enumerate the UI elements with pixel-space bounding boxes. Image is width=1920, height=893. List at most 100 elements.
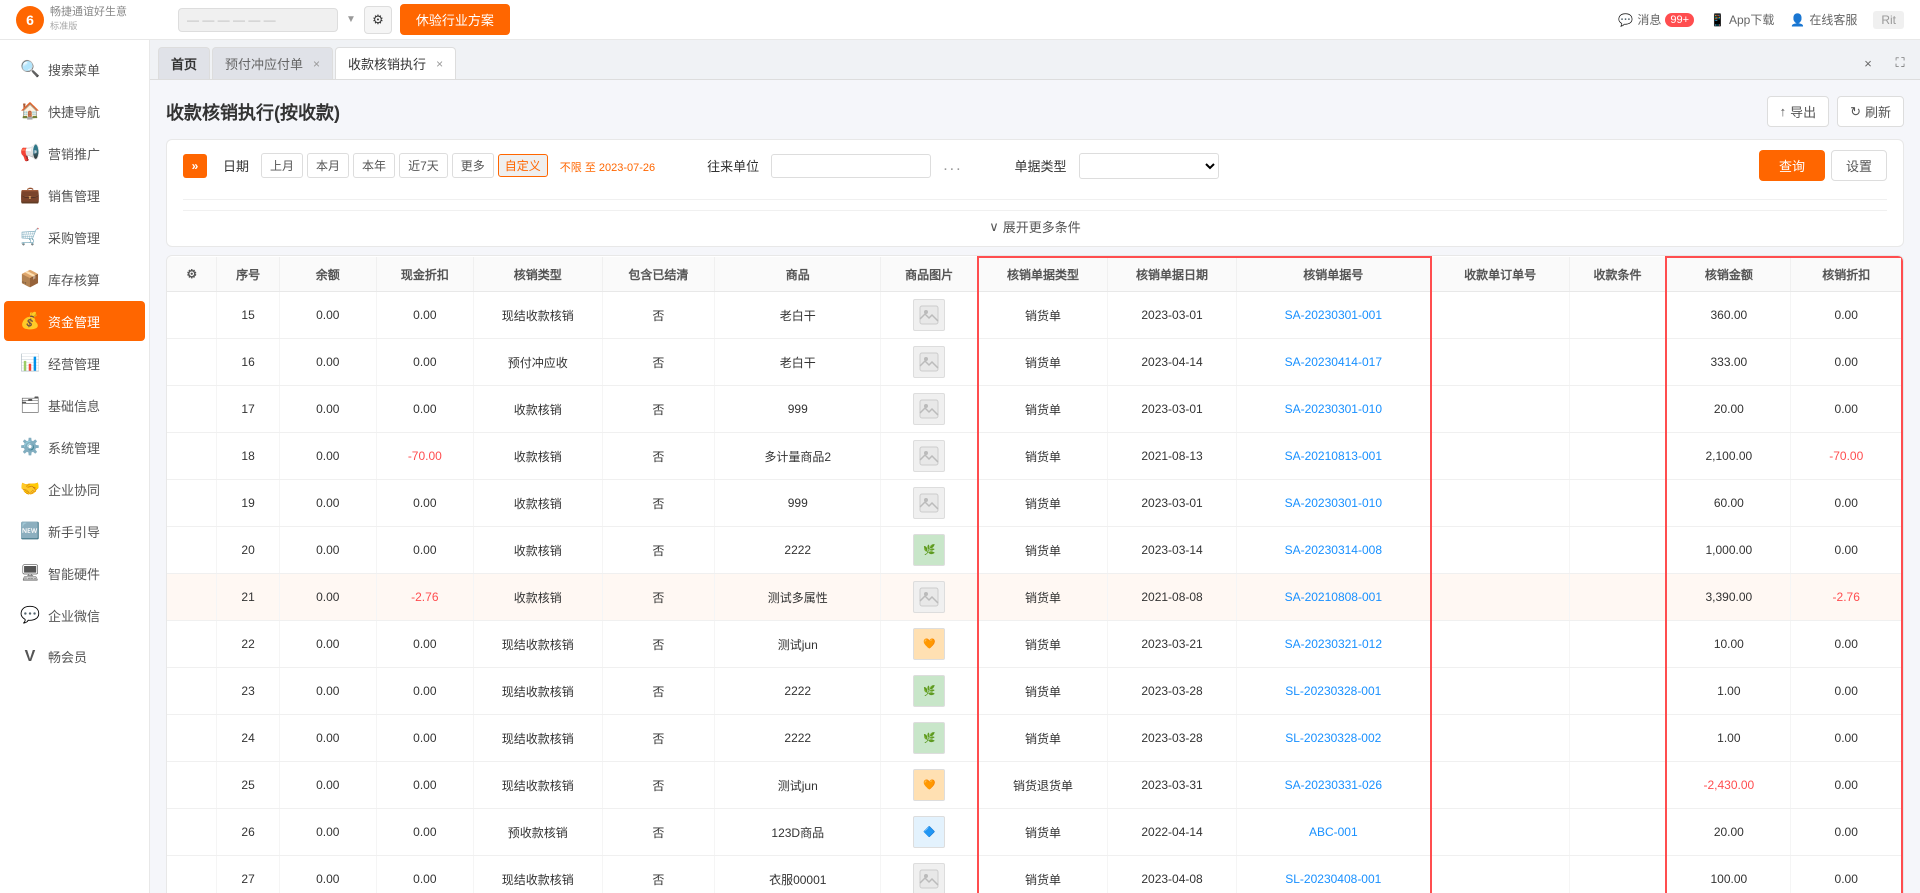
data-table-container: ⚙ 序号 余额 现金折扣 核销类型 包含已结清 商品 商品图片 核销单据类型 核… (166, 255, 1904, 893)
filter-expand-button[interactable]: » (183, 154, 207, 178)
online-service-button[interactable]: 👤 在线客服 (1790, 11, 1857, 28)
sidebar-item-capital[interactable]: 💰 资金管理 (4, 301, 145, 341)
td-write-off: 0.00 (1791, 386, 1902, 433)
doc-no-link[interactable]: SA-20230321-012 (1285, 637, 1382, 651)
tab-writeoff-close[interactable]: × (436, 57, 443, 71)
td-settings (167, 574, 217, 621)
doc-no-link[interactable]: SL-20230328-002 (1285, 731, 1381, 745)
dropdown-arrow-icon[interactable]: ▼ (346, 14, 356, 25)
date-btn-this-year[interactable]: 本年 (353, 153, 395, 178)
tab-writeoff[interactable]: 收款核销执行 × (335, 47, 456, 79)
sidebar-item-quicknav[interactable]: 🏠 快捷导航 (4, 91, 145, 131)
expand-more-button[interactable]: ∨ 展开更多条件 (183, 210, 1887, 236)
doc-no-link[interactable]: SL-20230408-001 (1285, 872, 1381, 886)
doc-no-link[interactable]: SA-20230301-001 (1285, 308, 1382, 322)
td-doc-type: 销货单 (978, 668, 1108, 715)
member-icon: V (20, 648, 40, 666)
base-icon: 🗂 (20, 395, 40, 415)
tab-prepay-close[interactable]: × (313, 57, 320, 71)
product-image: 🌿 (913, 722, 945, 754)
industry-solution-button[interactable]: 休验行业方案 (400, 4, 510, 35)
sidebar-item-inventory[interactable]: 📦 库存核算 (4, 259, 145, 299)
product-image (913, 299, 945, 331)
td-included: 否 (602, 621, 714, 668)
td-img: 🌿 (881, 715, 978, 762)
message-button[interactable]: 💬 消息 99+ (1618, 11, 1694, 28)
doc-no-link[interactable]: SL-20230328-001 (1285, 684, 1381, 698)
tab-prepay[interactable]: 预付冲应付单 × (212, 47, 333, 79)
th-settings[interactable]: ⚙ (167, 257, 217, 292)
table-row: 15 0.00 0.00 现结收款核销 否 老白干 销货单 2023-03-01… (167, 292, 1902, 339)
settings-gear-button[interactable]: ⚙ (364, 6, 392, 34)
td-balance: 0.00 (279, 715, 376, 762)
query-button[interactable]: 查询 (1759, 150, 1825, 181)
app-download-button[interactable]: 📱 App下载 (1710, 11, 1774, 28)
wechat-icon: 💬 (20, 605, 40, 625)
td-type: 收款核销 (473, 433, 602, 480)
td-img (881, 574, 978, 621)
td-amount: 10.00 (1666, 621, 1791, 668)
user-name[interactable]: Rit (1873, 11, 1904, 29)
date-btn-this-month[interactable]: 本月 (307, 153, 349, 178)
date-custom-button[interactable]: 自定义 (498, 154, 548, 177)
doc-no-link[interactable]: SA-20230331-026 (1285, 778, 1382, 792)
td-img (881, 480, 978, 527)
td-cond (1569, 715, 1666, 762)
td-doc-type: 销货单 (978, 621, 1108, 668)
doc-no-link[interactable]: SA-20230301-010 (1285, 402, 1382, 416)
system-icon: ⚙️ (20, 437, 40, 457)
tab-close-button[interactable]: × (1856, 51, 1880, 75)
product-image (913, 863, 945, 893)
td-type: 预付冲应收 (473, 339, 602, 386)
doc-no-link[interactable]: SA-20210813-001 (1285, 449, 1382, 463)
filter-settings-button[interactable]: 设置 (1831, 150, 1887, 181)
filter-bar: » 日期 上月 本月 本年 近7天 更多 自定义 不限 至 2023-07-26… (166, 139, 1904, 247)
th-type: 核销类型 (473, 257, 602, 292)
sidebar-item-system[interactable]: ⚙️ 系统管理 (4, 427, 145, 467)
td-discount: 0.00 (376, 292, 473, 339)
td-write-off: -2.76 (1791, 574, 1902, 621)
td-amount: 1.00 (1666, 668, 1791, 715)
doc-no-link[interactable]: SA-20230301-010 (1285, 496, 1382, 510)
td-cond (1569, 292, 1666, 339)
doc-no-link[interactable]: SA-20210808-001 (1285, 590, 1382, 604)
date-btn-more[interactable]: 更多 (452, 153, 494, 178)
date-label: 日期 (223, 156, 249, 175)
td-no: 27 (217, 856, 279, 893)
doc-no-link[interactable]: SA-20230314-008 (1285, 543, 1382, 557)
sidebar-item-member[interactable]: V 畅会员 (4, 637, 145, 676)
date-btn-last-month[interactable]: 上月 (261, 153, 303, 178)
td-included: 否 (602, 339, 714, 386)
th-write-off: 核销折扣 (1791, 257, 1902, 292)
sidebar-item-ops[interactable]: 📊 经营管理 (4, 343, 145, 383)
td-doc-type: 销货单 (978, 480, 1108, 527)
td-discount: 0.00 (376, 762, 473, 809)
sidebar-item-wechat[interactable]: 💬 企业微信 (4, 595, 145, 635)
sidebar-item-purchase[interactable]: 🛒 采购管理 (4, 217, 145, 257)
sidebar-item-hardware[interactable]: 🖥 智能硬件 (4, 553, 145, 593)
td-settings (167, 715, 217, 762)
from-unit-input[interactable] (771, 154, 931, 178)
doc-no-link[interactable]: ABC-001 (1309, 825, 1358, 839)
sidebar-item-marketing[interactable]: 📢 营销推广 (4, 133, 145, 173)
sidebar-item-search[interactable]: 🔍 搜索菜单 (4, 49, 145, 89)
tab-expand-button[interactable]: ⛶ (1888, 51, 1912, 75)
sidebar-item-guide[interactable]: 🆕 新手引导 (4, 511, 145, 551)
sidebar-item-sales[interactable]: 💼 销售管理 (4, 175, 145, 215)
td-type: 收款核销 (473, 480, 602, 527)
tab-home[interactable]: 首页 (158, 47, 210, 79)
td-cond (1569, 809, 1666, 856)
date-btn-7days[interactable]: 近7天 (399, 153, 448, 178)
sidebar-item-collab[interactable]: 🤝 企业协同 (4, 469, 145, 509)
refresh-button[interactable]: ↻ 刷新 (1837, 96, 1904, 127)
doc-no-link[interactable]: SA-20230414-017 (1285, 355, 1382, 369)
td-cond (1569, 433, 1666, 480)
company-selector[interactable]: — — — — — — (178, 8, 338, 32)
td-no: 22 (217, 621, 279, 668)
export-button[interactable]: ↑ 导出 (1767, 96, 1830, 127)
bill-type-select[interactable] (1079, 153, 1219, 179)
td-discount: 0.00 (376, 480, 473, 527)
td-amount: 60.00 (1666, 480, 1791, 527)
td-write-off: 0.00 (1791, 621, 1902, 668)
sidebar-item-base[interactable]: 🗂 基础信息 (4, 385, 145, 425)
